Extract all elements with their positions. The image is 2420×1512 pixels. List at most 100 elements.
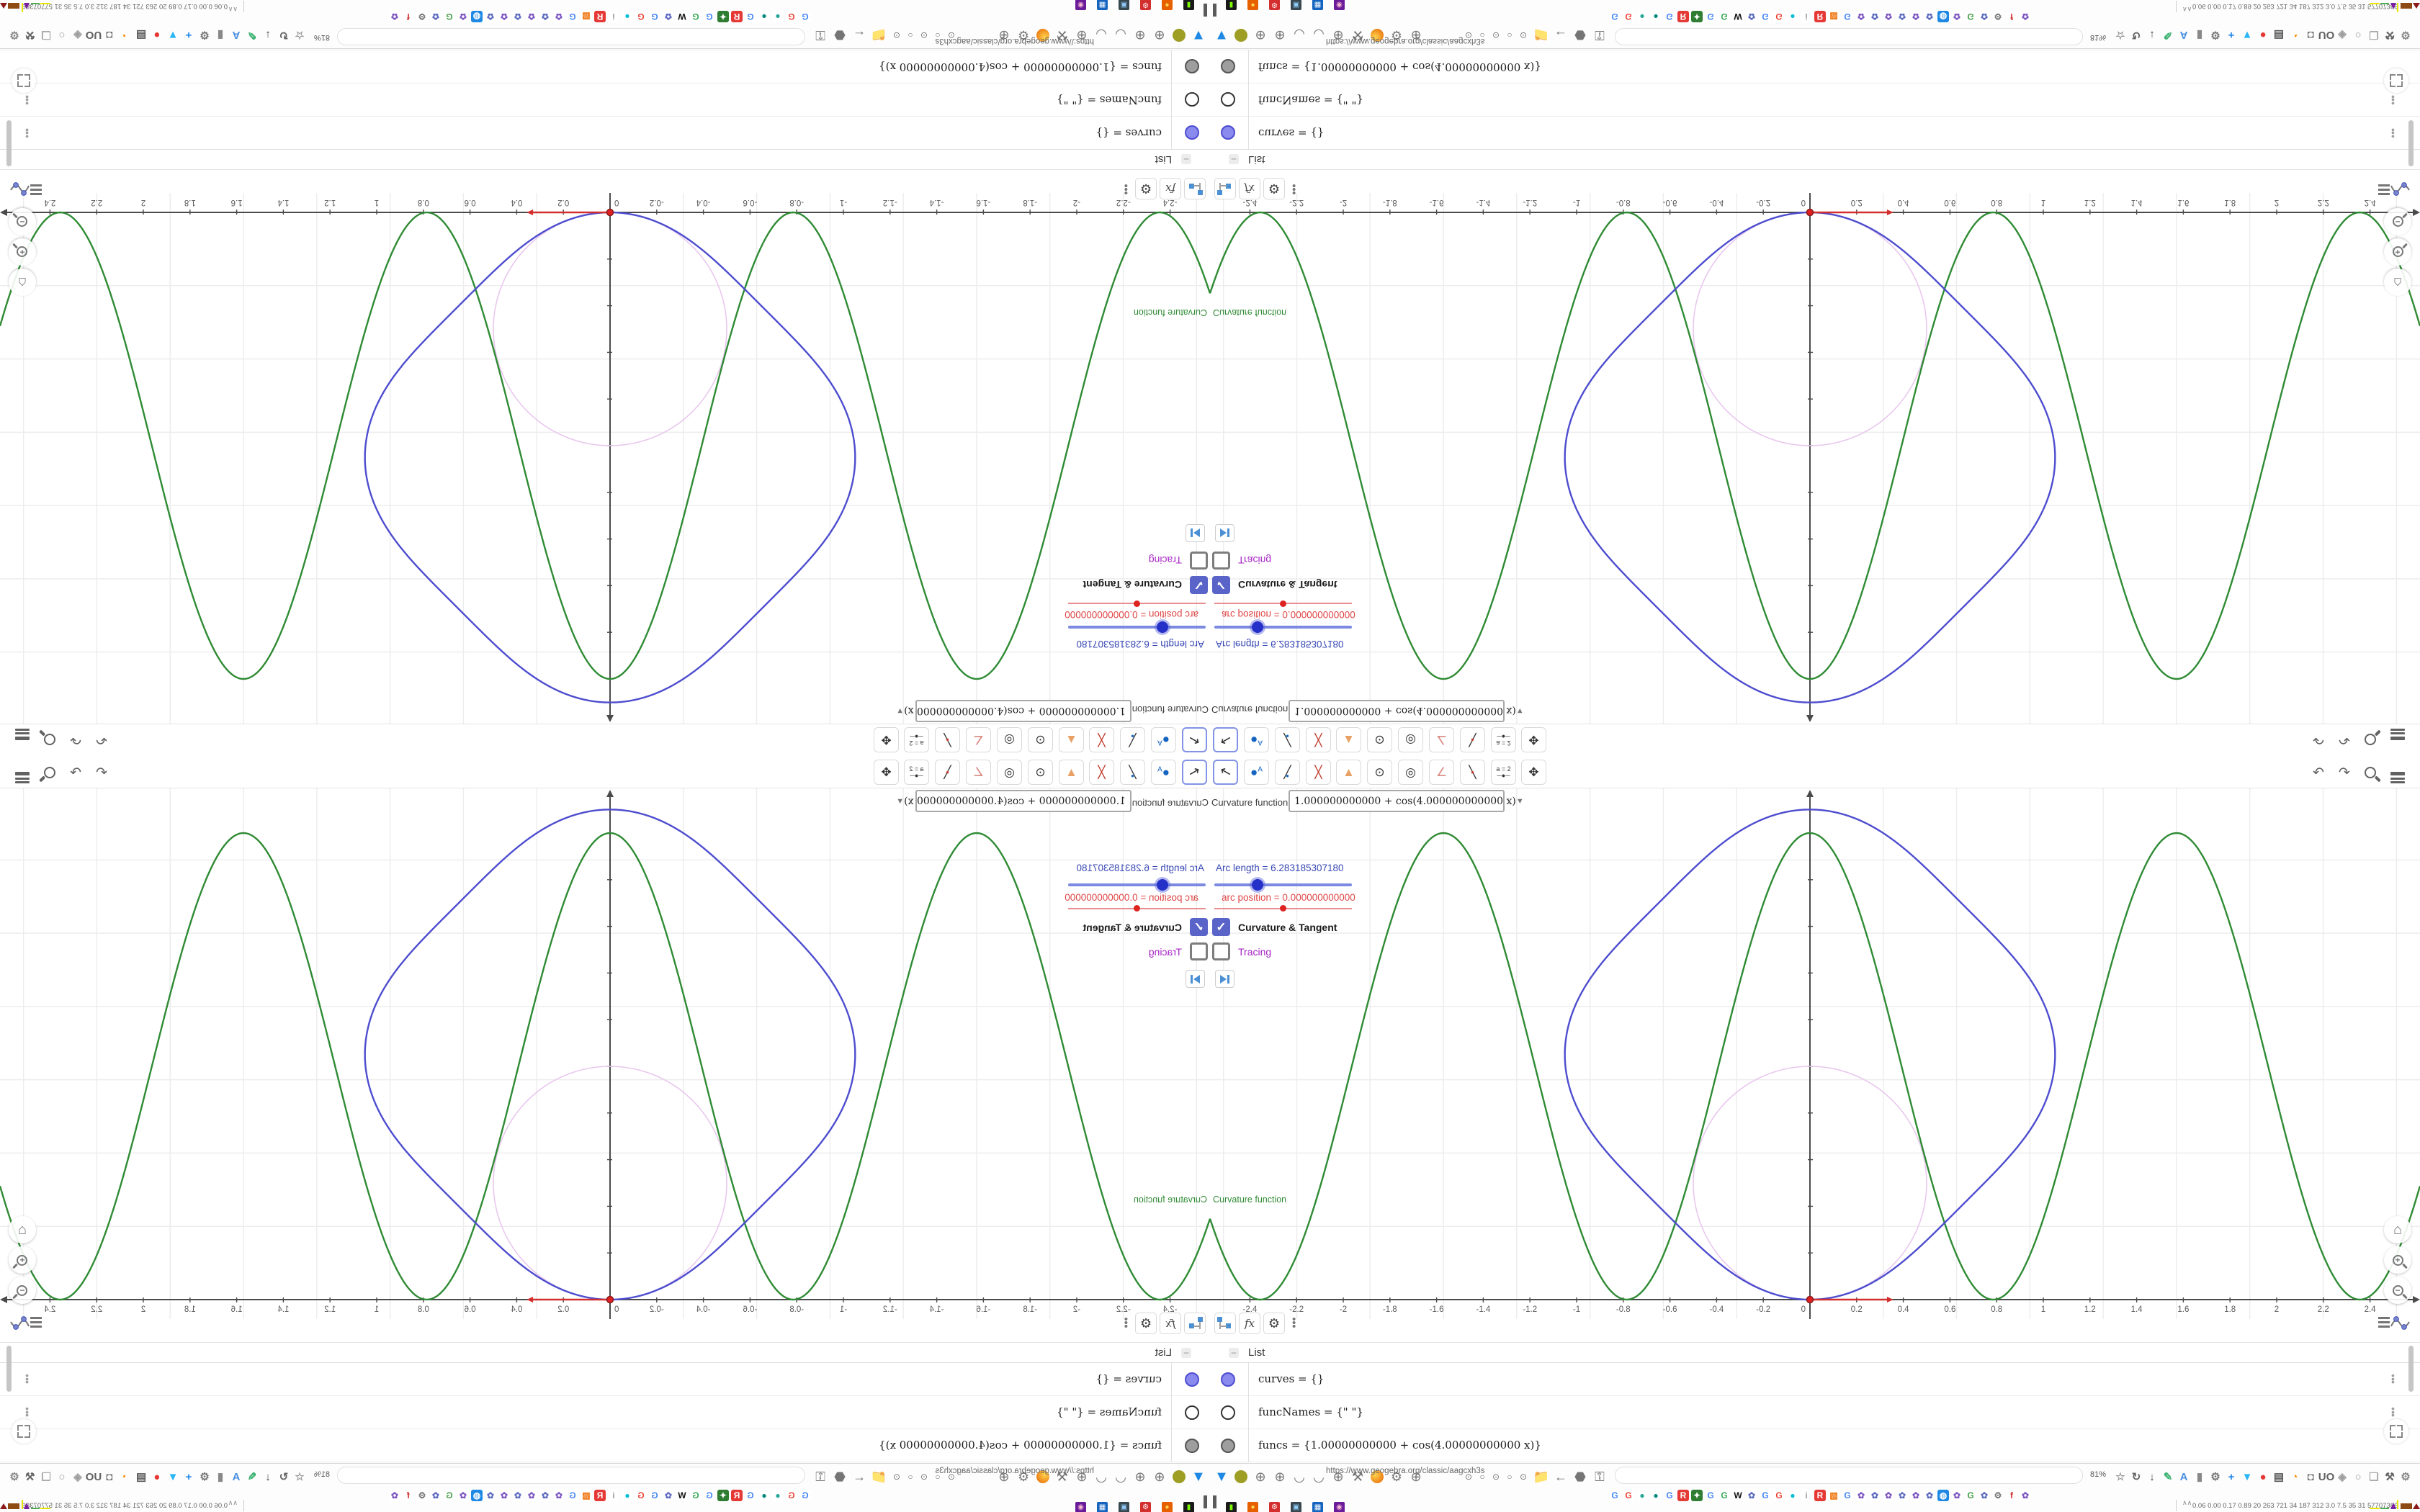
tree-view-button[interactable] xyxy=(1214,1313,1236,1334)
fullscreen-button[interactable] xyxy=(2384,68,2408,93)
algebra-row-curves[interactable]: curves = {} • • • xyxy=(0,1363,1210,1396)
bookmark-favicon[interactable]: ● xyxy=(1650,11,1662,22)
taskbar-icon[interactable]: ◉ xyxy=(1075,0,1086,10)
bookmark-favicon[interactable]: ✿ xyxy=(457,11,469,22)
extension-icon[interactable]: ◈ xyxy=(69,1468,86,1485)
extension-icon[interactable]: ⚙ xyxy=(2207,1468,2224,1485)
angle-tool[interactable]: ∠ xyxy=(1429,760,1454,785)
taskbar-icon[interactable]: ⚙ xyxy=(1269,0,1280,10)
menu-button[interactable] xyxy=(12,729,33,750)
bookmark-favicon[interactable]: ✦ xyxy=(1691,11,1703,22)
algebra-row-funcs[interactable]: funcs = {1.00000000000 + cos(4.000000000… xyxy=(1210,50,2420,83)
extension-icon[interactable]: ▤ xyxy=(133,1468,150,1485)
tab-dot[interactable]: ⊙ xyxy=(1518,27,1528,44)
arc-position-slider-knob[interactable] xyxy=(1134,905,1140,912)
bookmark-favicon[interactable]: R xyxy=(1677,11,1689,22)
url-bar[interactable] xyxy=(337,28,805,45)
conic-tool[interactable]: ◎ xyxy=(997,760,1022,785)
curvature-tangent-checkbox[interactable]: ✓ xyxy=(1212,918,1230,936)
extension-icon[interactable]: ↻ xyxy=(2128,1468,2145,1485)
shield-icon[interactable]: ⬣ xyxy=(1572,27,1589,44)
tab-dot[interactable]: ⊙ xyxy=(919,1468,929,1485)
arc-length-slider[interactable] xyxy=(1214,621,1352,633)
arc-position-point[interactable] xyxy=(1806,208,1814,217)
bookmark-favicon[interactable]: G xyxy=(649,1490,660,1501)
taskbar-icon[interactable]: ▦ xyxy=(1312,1502,1323,1512)
bookmark-favicon[interactable]: G xyxy=(690,11,702,22)
tracing-checkbox[interactable] xyxy=(1212,552,1230,570)
animate-button[interactable] xyxy=(1186,524,1205,542)
gauge-icon[interactable]: ◡ xyxy=(1310,27,1327,44)
algebra-row-curves[interactable]: curves = {} • • • xyxy=(1210,1363,2420,1396)
bookmark-favicon[interactable]: G xyxy=(649,11,660,22)
search-button[interactable] xyxy=(39,729,60,750)
taskbar-icon[interactable]: ▣ xyxy=(1119,1502,1129,1512)
extension-icon[interactable]: UO xyxy=(2318,27,2335,44)
gauge-icon[interactable]: ◡ xyxy=(1310,1468,1327,1485)
bookmark-favicon[interactable]: ◍ xyxy=(471,1490,483,1501)
bookmark-favicon[interactable]: ✦ xyxy=(717,1490,729,1501)
bookmark-favicon[interactable]: G xyxy=(1773,1490,1785,1501)
bookmark-favicon[interactable]: ✦ xyxy=(717,11,729,22)
extension-icon[interactable]: ◔ xyxy=(117,27,134,44)
settings-button[interactable]: ⚙ xyxy=(1263,178,1285,199)
extension-icon[interactable]: ▼ xyxy=(2238,27,2256,44)
settings-button[interactable]: ⚙ xyxy=(1135,1313,1157,1334)
point-tool[interactable]: ●A xyxy=(1151,727,1176,752)
curvature-tangent-checkbox[interactable]: ✓ xyxy=(1190,576,1208,594)
bookmark-favicon[interactable]: ◍ xyxy=(1937,1490,1949,1501)
circle-tool[interactable]: ⊙ xyxy=(1028,727,1053,752)
extension-icon[interactable]: + xyxy=(180,27,197,44)
extension-icon[interactable]: ⚙ xyxy=(6,27,23,44)
extension-icon[interactable]: ✎ xyxy=(2159,27,2177,44)
algebra-row-funcNames[interactable]: funcNames = {" "} • • • xyxy=(0,83,1210,116)
extension-icon[interactable]: ⚙ xyxy=(196,27,213,44)
folder-icon[interactable]: 📁 xyxy=(1533,27,1550,44)
bookmark-favicon[interactable]: i xyxy=(1801,1490,1812,1501)
undo-button[interactable]: ↶ xyxy=(91,762,112,783)
bookmark-favicon[interactable]: ✿ xyxy=(457,1490,469,1501)
arc-position-slider[interactable] xyxy=(1068,600,1206,607)
algebra-row-funcs[interactable]: funcs = {1.00000000000 + cos(4.000000000… xyxy=(0,1429,1210,1462)
extension-icon[interactable]: UO xyxy=(2318,1468,2335,1485)
tab-dot[interactable]: ○ xyxy=(1505,1468,1515,1485)
arc-position-slider[interactable] xyxy=(1214,905,1352,912)
tree-view-button[interactable] xyxy=(1184,1313,1206,1334)
bookmark-favicon[interactable]: ✦ xyxy=(1691,1490,1703,1501)
globe-icon[interactable]: ⊕ xyxy=(1271,1468,1289,1485)
menu-button[interactable] xyxy=(2387,729,2408,750)
bookmark-favicon[interactable]: G xyxy=(745,1490,756,1501)
fullscreen-button[interactable] xyxy=(12,1419,36,1444)
extension-icon[interactable]: ↓ xyxy=(2143,27,2161,44)
extension-icon[interactable]: ◔ xyxy=(2286,1468,2303,1485)
extension-icon[interactable]: ▼ xyxy=(2238,1468,2256,1485)
taskbar-icon[interactable]: ▮ xyxy=(1183,1502,1194,1512)
bookmark-favicon[interactable]: ✿ xyxy=(526,1490,537,1501)
input-fx-button[interactable]: fx xyxy=(1239,178,1260,199)
bookmark-favicon[interactable]: G xyxy=(745,11,756,22)
bookmark-favicon[interactable]: ✿ xyxy=(485,1490,496,1501)
extension-icon[interactable]: ▮ xyxy=(212,27,229,44)
graphics-view[interactable]: -2.4 -2.2 -2 -1.8 -1.6 -1.4 -1.2 -1 -0.8 -0.6 -0.4… xyxy=(0,193,1210,724)
bookmark-favicon[interactable]: ⚙ xyxy=(416,1490,428,1501)
polygon-tool[interactable]: ▲ xyxy=(1336,760,1361,785)
row-menu-button[interactable]: • • • xyxy=(2391,1403,2395,1420)
bookmark-favicon[interactable]: ⚙ xyxy=(1992,1490,2004,1501)
bookmark-favicon[interactable]: ✿ xyxy=(1869,1490,1881,1501)
visibility-toggle-funcNames[interactable] xyxy=(1221,1405,1235,1420)
redo-button[interactable]: ↷ xyxy=(2334,729,2355,750)
home-button[interactable]: ⌂ xyxy=(2384,1216,2411,1243)
bookmark-favicon[interactable]: ✿ xyxy=(389,1490,400,1501)
row-menu-button[interactable]: • • • xyxy=(25,91,29,109)
bookmark-favicon[interactable]: R xyxy=(594,11,606,22)
shield-icon[interactable]: ⬣ xyxy=(831,27,848,44)
graphing-switcher-button[interactable] xyxy=(2378,1315,2411,1335)
bookmark-favicon[interactable]: ✿ xyxy=(430,11,442,22)
collapse-list-button[interactable]: – xyxy=(1229,154,1239,165)
menu-button[interactable] xyxy=(12,762,33,783)
row-menu-button[interactable]: • • • xyxy=(2391,91,2395,109)
bookmark-favicon[interactable]: G xyxy=(1705,11,1716,22)
gauge-icon[interactable]: ◡ xyxy=(1112,27,1129,44)
fullscreen-button[interactable] xyxy=(12,68,36,93)
extension-icon[interactable]: ⚙ xyxy=(2397,1468,2414,1485)
